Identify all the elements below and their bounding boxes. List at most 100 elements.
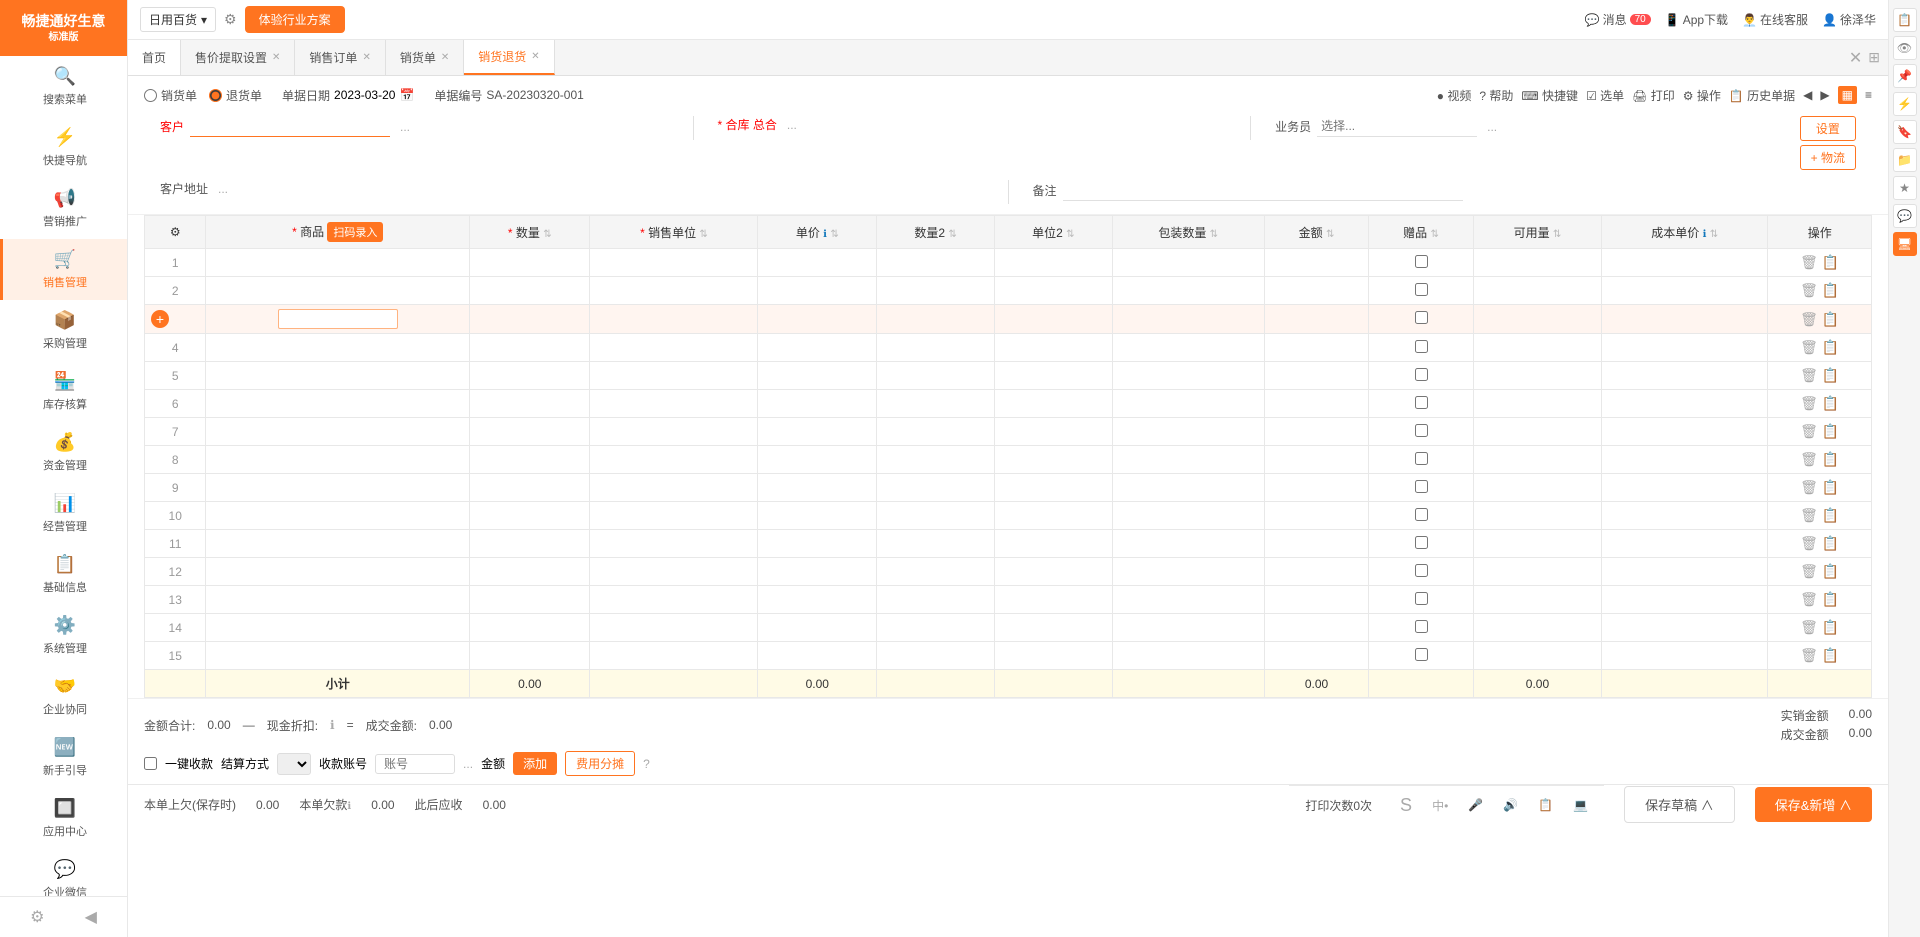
right-icon-1[interactable]: 👁	[1893, 36, 1917, 60]
tab-close-icon[interactable]: ✕	[362, 52, 370, 63]
gift-checkbox-3[interactable]	[1415, 311, 1428, 324]
delete-row-icon-6[interactable]: 🗑	[1800, 395, 1818, 412]
split-help-icon[interactable]: ?	[643, 757, 650, 771]
collapse-icon[interactable]: ◀	[85, 907, 97, 927]
list-view-btn[interactable]: ≡	[1865, 88, 1872, 102]
right-icon-2[interactable]: 📌	[1893, 64, 1917, 88]
gift-checkbox-8[interactable]	[1415, 452, 1428, 465]
help-btn[interactable]: ? 帮助	[1479, 87, 1513, 104]
delete-row-icon-14[interactable]: 🗑	[1800, 619, 1818, 636]
gift-checkbox-15[interactable]	[1415, 648, 1428, 661]
print-btn[interactable]: 🖨 打印	[1632, 87, 1675, 104]
logistics-btn[interactable]: + 物流	[1800, 145, 1856, 170]
industry-selector[interactable]: 日用百货 ▾	[140, 7, 216, 32]
delete-row-icon-10[interactable]: 🗑	[1800, 507, 1818, 524]
copy-row-icon-2[interactable]: 📋	[1822, 282, 1839, 299]
save-draft-button[interactable]: 保存草稿 ∧	[1624, 786, 1735, 823]
history-btn[interactable]: 📋 历史单据	[1729, 87, 1795, 104]
copy-row-icon-4[interactable]: 📋	[1822, 339, 1839, 356]
delete-row-icon-4[interactable]: 🗑	[1800, 339, 1818, 356]
split-btn[interactable]: 费用分摊	[565, 751, 635, 776]
radio-sale-goods[interactable]: 销货单	[144, 87, 197, 104]
sidebar-item-purchase[interactable]: 📦 采购管理	[0, 300, 127, 361]
copy-row-icon-3[interactable]: 📋	[1822, 311, 1839, 328]
right-icon-4[interactable]: 🔖	[1893, 120, 1917, 144]
dots-icon[interactable]: ...	[463, 757, 473, 771]
sidebar-item-business[interactable]: 📊 经营管理	[0, 483, 127, 544]
video-btn[interactable]: ● 视频	[1437, 87, 1472, 104]
tab-sale-return[interactable]: 销货退货 ✕	[464, 40, 554, 75]
add-row-btn[interactable]: +	[151, 310, 169, 328]
delete-row-icon-8[interactable]: 🗑	[1800, 451, 1818, 468]
copy-row-icon-12[interactable]: 📋	[1822, 563, 1839, 580]
tab-sale-goods[interactable]: 销货单 ✕	[386, 40, 464, 75]
save-new-button[interactable]: 保存&新增 ∧	[1755, 787, 1872, 822]
shortcut-btn[interactable]: ⌨ 快捷键	[1521, 87, 1578, 104]
copy-row-icon-7[interactable]: 📋	[1822, 423, 1839, 440]
customer-input[interactable]	[190, 116, 390, 137]
tab-close-icon[interactable]: ✕	[531, 51, 539, 62]
sidebar-item-marketing[interactable]: 📢 营销推广	[0, 178, 127, 239]
warehouse-select-icon[interactable]: ...	[787, 118, 797, 132]
gift-checkbox-10[interactable]	[1415, 508, 1428, 521]
sidebar-item-apps[interactable]: 🔲 应用中心	[0, 788, 127, 849]
gift-checkbox-7[interactable]	[1415, 424, 1428, 437]
sidebar-item-inventory[interactable]: 🏪 库存核算	[0, 361, 127, 422]
radio-sale-goods-input[interactable]	[144, 89, 157, 102]
gift-checkbox-9[interactable]	[1415, 480, 1428, 493]
settings-gear-icon[interactable]: ⚙	[224, 11, 237, 28]
gift-checkbox-5[interactable]	[1415, 368, 1428, 381]
delete-row-icon-13[interactable]: 🗑	[1800, 591, 1818, 608]
delete-row-icon-9[interactable]: 🗑	[1800, 479, 1818, 496]
next-page-btn[interactable]: ▶	[1820, 88, 1829, 102]
gift-checkbox-11[interactable]	[1415, 536, 1428, 549]
tab-close-icon[interactable]: ✕	[272, 52, 280, 63]
sidebar-item-system[interactable]: ⚙️ 系统管理	[0, 605, 127, 666]
copy-row-icon-5[interactable]: 📋	[1822, 367, 1839, 384]
gift-checkbox-12[interactable]	[1415, 564, 1428, 577]
sidebar-item-enterprise[interactable]: 🤝 企业协同	[0, 666, 127, 727]
settings-icon[interactable]: ⚙	[30, 907, 44, 927]
tab-expand-icon[interactable]: ⊞	[1868, 49, 1880, 66]
right-icon-3[interactable]: ⚡	[1893, 92, 1917, 116]
sidebar-item-guide[interactable]: 🆕 新手引导	[0, 727, 127, 788]
customer-select-icon[interactable]: ...	[400, 120, 410, 134]
copy-row-icon-6[interactable]: 📋	[1822, 395, 1839, 412]
add-payment-btn[interactable]: 添加	[513, 752, 557, 775]
right-icon-6[interactable]: ★	[1893, 176, 1917, 200]
copy-row-icon-14[interactable]: 📋	[1822, 619, 1839, 636]
sidebar-item-search[interactable]: 🔍 搜索菜单	[0, 56, 127, 117]
calendar-icon[interactable]: 📅	[399, 88, 414, 102]
gift-checkbox-2[interactable]	[1415, 283, 1428, 296]
tab-sale-order[interactable]: 销售订单 ✕	[295, 40, 385, 75]
sidebar-item-sales[interactable]: 🛒 销售管理	[0, 239, 127, 300]
delete-row-icon-11[interactable]: 🗑	[1800, 535, 1818, 552]
sidebar-item-quicknav[interactable]: ⚡ 快捷导航	[0, 117, 127, 178]
delete-row-icon-2[interactable]: 🗑	[1800, 282, 1818, 299]
sidebar-item-wechat[interactable]: 💬 企业微信	[0, 849, 127, 896]
right-icon-0[interactable]: 📋	[1893, 8, 1917, 32]
right-icon-7[interactable]: 💬	[1893, 204, 1917, 228]
operate-btn[interactable]: ⚙ 操作	[1683, 87, 1721, 104]
account-input[interactable]	[375, 754, 455, 774]
gift-checkbox-4[interactable]	[1415, 340, 1428, 353]
sidebar-item-basic[interactable]: 📋 基础信息	[0, 544, 127, 605]
scan-btn[interactable]: 扫码录入	[327, 222, 383, 242]
delete-row-icon-12[interactable]: 🗑	[1800, 563, 1818, 580]
gift-checkbox-14[interactable]	[1415, 620, 1428, 633]
online-service-button[interactable]: 👨‍💼 在线客服	[1742, 11, 1808, 28]
one-key-pay-checkbox[interactable]	[144, 757, 157, 770]
goods-input-3[interactable]	[278, 309, 398, 329]
discount-help-icon[interactable]: ℹ	[330, 718, 335, 732]
staff-input[interactable]	[1317, 116, 1477, 137]
select-btn[interactable]: ☑ 选单	[1586, 87, 1624, 104]
right-icon-5[interactable]: 📁	[1893, 148, 1917, 172]
remark-input[interactable]	[1063, 180, 1463, 201]
address-value[interactable]: ...	[218, 182, 228, 196]
copy-row-icon-10[interactable]: 📋	[1822, 507, 1839, 524]
app-download-button[interactable]: 📱 App下载	[1665, 11, 1728, 28]
gift-checkbox-13[interactable]	[1415, 592, 1428, 605]
grid-view-btn[interactable]: ▦	[1838, 86, 1857, 104]
delete-row-icon-1[interactable]: 🗑	[1800, 254, 1818, 271]
tab-sale-price[interactable]: 售价提取设置 ✕	[181, 40, 295, 75]
